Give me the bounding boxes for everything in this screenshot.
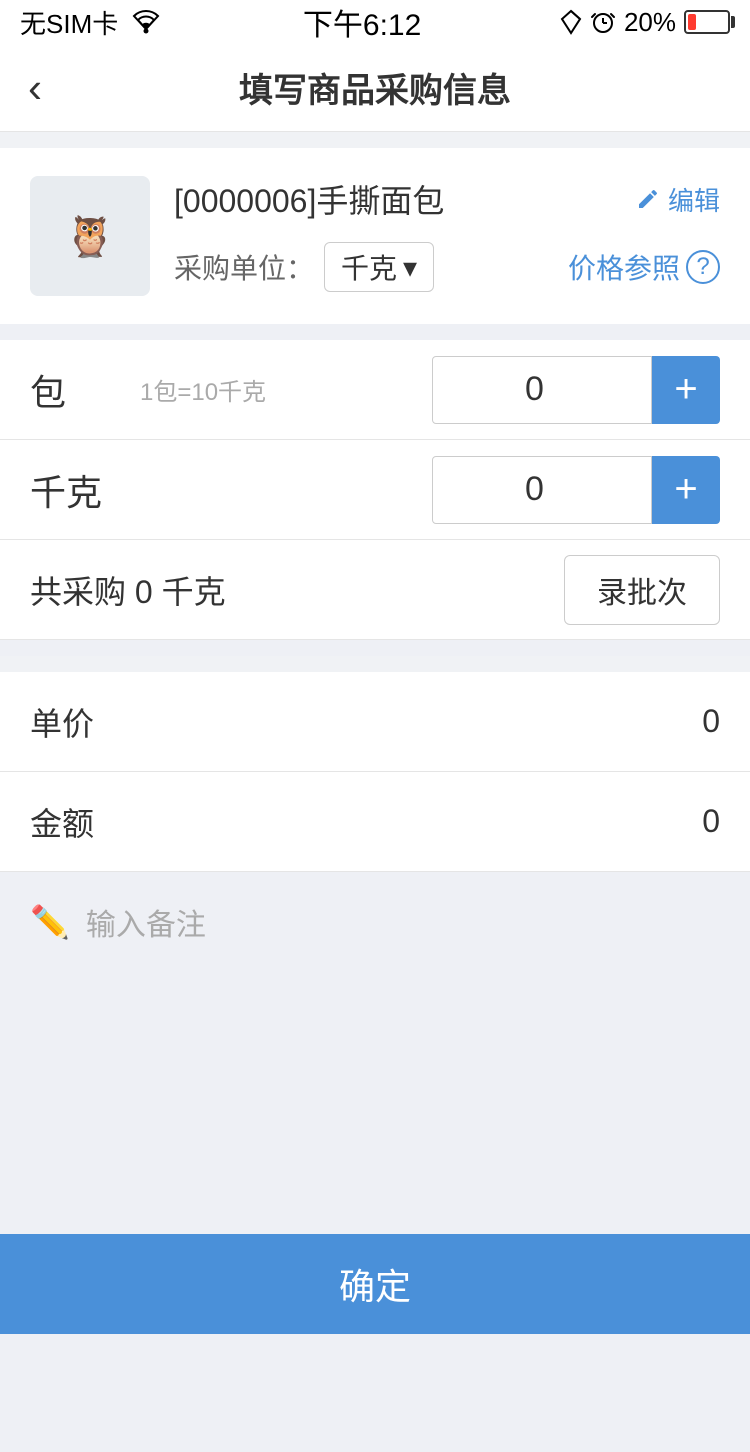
dropdown-arrow-icon: ▾ (403, 251, 417, 284)
bag-input-row: 包 1包=10千克 + (0, 340, 750, 440)
help-icon: ? (686, 250, 720, 284)
edit-icon (636, 187, 660, 211)
pencil-icon: ✏️ (30, 903, 70, 941)
summary-unit: 千克 (162, 574, 226, 610)
nav-bar: ‹ 填写商品采购信息 (0, 44, 750, 132)
status-left: 无SIM卡 (20, 4, 164, 41)
bag-input[interactable] (432, 356, 652, 424)
kg-input[interactable] (432, 456, 652, 524)
help-text: ? (696, 253, 709, 281)
nav-title: 填写商品采购信息 (239, 63, 511, 112)
product-name-row: [0000006]手撕面包 编辑 (174, 176, 720, 222)
bag-sublabel: 1包=10千克 (140, 372, 432, 407)
kg-label: 千克 (30, 464, 130, 516)
purchase-unit-row: 采购单位： 千克 ▾ 价格参照 ? (174, 242, 720, 292)
battery-icon (684, 10, 730, 34)
product-card: 🦉 [0000006]手撕面包 编辑 采购单位： 千克 ▾ 价格参照 (0, 148, 750, 324)
price-ref-button[interactable]: 价格参照 ? (568, 247, 720, 287)
edit-button[interactable]: 编辑 (636, 181, 720, 218)
kg-plus-icon: + (674, 467, 697, 512)
kg-input-row: 千克 + (0, 440, 750, 540)
summary-text: 共采购 0 千克 (30, 567, 226, 613)
price-ref-label: 价格参照 (568, 247, 680, 287)
wifi-icon (128, 9, 164, 35)
unit-select[interactable]: 千克 ▾ (324, 242, 434, 292)
unit-price-label: 单价 (30, 699, 94, 745)
product-name: [0000006]手撕面包 (174, 176, 444, 222)
kg-plus-button[interactable]: + (652, 456, 720, 524)
purchase-unit-label: 采购单位： (174, 247, 314, 287)
batch-button[interactable]: 录批次 (564, 555, 720, 625)
section-divider-1 (0, 324, 750, 340)
location-icon (560, 9, 582, 35)
amount-value: 0 (702, 803, 720, 840)
product-info: [0000006]手撕面包 编辑 采购单位： 千克 ▾ 价格参照 ? (174, 176, 720, 292)
back-button[interactable]: ‹ (28, 64, 42, 112)
summary-row: 共采购 0 千克 录批次 (0, 540, 750, 640)
bag-label: 包 (30, 364, 130, 416)
status-time: 下午6:12 (303, 0, 421, 44)
amount-label: 金额 (30, 799, 94, 845)
unit-price-row: 单价 0 (0, 672, 750, 772)
notes-section[interactable]: ✏️ 输入备注 (0, 872, 750, 972)
notes-placeholder: 输入备注 (86, 900, 206, 944)
battery-fill (688, 14, 696, 30)
amount-row: 金额 0 (0, 772, 750, 872)
product-image: 🦉 (30, 176, 150, 296)
bag-plus-button[interactable]: + (652, 356, 720, 424)
bag-input-wrapper: + (432, 356, 720, 424)
unit-price-value: 0 (702, 703, 720, 740)
status-bar: 无SIM卡 下午6:12 20% (0, 0, 750, 44)
kg-input-wrapper: + (432, 456, 720, 524)
summary-label: 共采购 (30, 574, 135, 610)
confirm-button[interactable]: 确定 (0, 1234, 750, 1334)
alarm-icon (590, 9, 616, 35)
carrier-text: 无SIM卡 (20, 4, 118, 41)
product-logo-icon: 🦉 (65, 213, 115, 260)
bag-plus-icon: + (674, 367, 697, 412)
edit-label: 编辑 (668, 181, 720, 218)
summary-amount: 0 (135, 574, 162, 610)
unit-value: 千克 (341, 247, 397, 287)
section-divider-2 (0, 640, 750, 656)
main-content-area (0, 972, 750, 1452)
status-right: 20% (560, 7, 730, 38)
battery-percentage: 20% (624, 7, 676, 38)
input-section: 包 1包=10千克 + 千克 + 共采购 0 千克 录批次 (0, 340, 750, 640)
price-info-section: 单价 0 金额 0 (0, 672, 750, 872)
